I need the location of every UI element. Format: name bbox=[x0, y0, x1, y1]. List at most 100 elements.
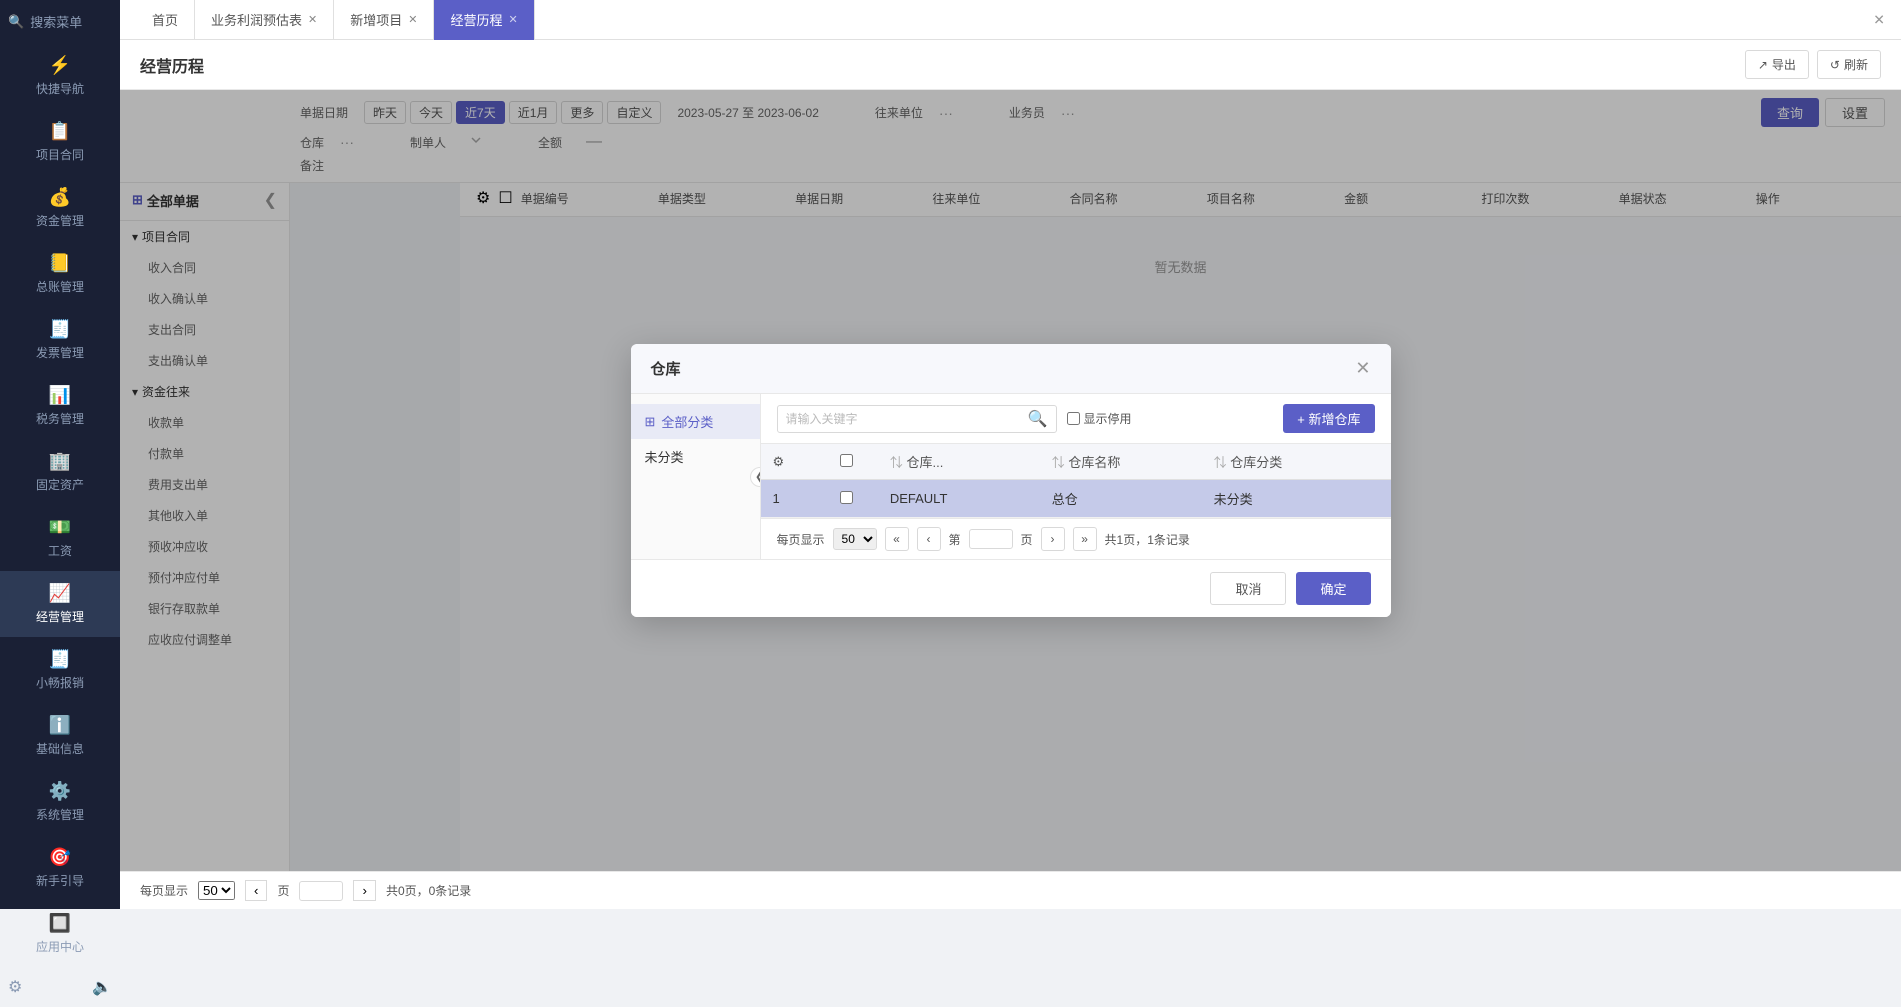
th-seq: ⚙ bbox=[761, 444, 828, 480]
th-code[interactable]: ⇅ 仓库... bbox=[878, 444, 1040, 480]
search-icon-modal: 🔍 bbox=[1028, 409, 1048, 429]
sidebar-item-fund-management[interactable]: 💰 资金管理 bbox=[0, 175, 120, 241]
settings-icon-th[interactable]: ⚙ bbox=[773, 454, 785, 469]
basic-info-icon: ℹ️ bbox=[49, 715, 71, 736]
row-checkbox[interactable] bbox=[840, 491, 853, 504]
sidebar-item-basic-info[interactable]: ℹ️ 基础信息 bbox=[0, 703, 120, 769]
sidebar-item-general-ledger[interactable]: 📒 总账管理 bbox=[0, 241, 120, 307]
last-page-btn[interactable]: » bbox=[1073, 527, 1097, 551]
modal-tree-all[interactable]: ⊞ 全部分类 bbox=[631, 404, 760, 439]
operations-icon: 📈 bbox=[49, 583, 71, 604]
sidebar-search-label: 搜索菜单 bbox=[30, 12, 82, 31]
sidebar-item-operations[interactable]: 📈 经营管理 bbox=[0, 571, 120, 637]
per-page-select[interactable]: 50 bbox=[833, 528, 877, 550]
sidebar-item-label: 税务管理 bbox=[36, 410, 84, 427]
table-row[interactable]: 1 DEFAULT 总仓 未分类 bbox=[761, 480, 1391, 518]
sidebar-item-fixed-assets[interactable]: 🏢 固定资产 bbox=[0, 439, 120, 505]
show-disabled-label: 显示停用 bbox=[1084, 410, 1132, 427]
export-button[interactable]: ↗ 导出 bbox=[1745, 50, 1809, 79]
tab-profit-close[interactable]: ✕ bbox=[308, 13, 317, 26]
sidebar-item-tax[interactable]: 📊 税务管理 bbox=[0, 373, 120, 439]
sidebar-item-sys-management[interactable]: ⚙️ 系统管理 bbox=[0, 769, 120, 835]
select-all-checkbox[interactable] bbox=[840, 454, 853, 467]
cell-category: 未分类 bbox=[1202, 480, 1391, 518]
bottom-next-page[interactable]: › bbox=[353, 880, 375, 901]
tab-new-project-label: 新增项目 bbox=[350, 10, 402, 29]
sidebar-search[interactable]: 🔍 搜索菜单 bbox=[0, 0, 120, 43]
window-close-btn[interactable]: ✕ bbox=[1873, 11, 1885, 28]
volume-icon[interactable]: 🔈 bbox=[92, 977, 112, 997]
sidebar-item-label: 应用中心 bbox=[36, 938, 84, 955]
sidebar-item-xiaochang[interactable]: 🧾 小畅报销 bbox=[0, 637, 120, 703]
tab-new-project[interactable]: 新增项目 ✕ bbox=[334, 0, 434, 40]
sidebar: 🔍 搜索菜单 ⚡ 快捷导航 📋 项目合同 💰 资金管理 📒 总账管理 🧾 发票管… bbox=[0, 0, 120, 909]
warehouse-modal: 仓库 ✕ ⊞ 全部分类 未分类 ❮ bbox=[631, 344, 1391, 617]
sidebar-item-label: 经营管理 bbox=[36, 608, 84, 625]
app-icon: 🔲 bbox=[49, 913, 71, 934]
tab-bar: 首页 业务利润预估表 ✕ 新增项目 ✕ 经营历程 ✕ ✕ bbox=[120, 0, 1901, 40]
first-page-btn[interactable]: « bbox=[885, 527, 909, 551]
cancel-button[interactable]: 取消 bbox=[1210, 572, 1286, 605]
next-page-btn[interactable]: › bbox=[1041, 527, 1065, 551]
tab-home[interactable]: 首页 bbox=[136, 0, 195, 40]
sidebar-item-project-contract[interactable]: 📋 项目合同 bbox=[0, 109, 120, 175]
sort-icon-cat: ⇅ bbox=[1214, 455, 1227, 470]
sidebar-item-label: 基础信息 bbox=[36, 740, 84, 757]
tab-profit-label: 业务利润预估表 bbox=[211, 10, 302, 29]
sidebar-item-new-guide[interactable]: 🎯 新手引导 bbox=[0, 835, 120, 901]
tab-operations-history[interactable]: 经营历程 ✕ bbox=[434, 0, 534, 40]
sidebar-item-label: 资金管理 bbox=[36, 212, 84, 229]
sidebar-item-label: 小畅报销 bbox=[36, 674, 84, 691]
bottom-page-input[interactable]: 1 bbox=[299, 881, 343, 901]
modal-content: 🔍 显示停用 + 新增仓库 bbox=[761, 394, 1391, 559]
cell-check[interactable] bbox=[828, 480, 878, 518]
th-name-label: 仓库名称 bbox=[1068, 455, 1120, 470]
per-page-label: 每页显示 bbox=[777, 531, 825, 548]
modal-title: 仓库 bbox=[651, 358, 681, 379]
confirm-button[interactable]: 确定 bbox=[1296, 572, 1370, 605]
add-warehouse-button[interactable]: + 新增仓库 bbox=[1283, 404, 1374, 433]
modal-tree-unclassified-label: 未分类 bbox=[645, 447, 684, 466]
bottom-page-label: 页 bbox=[277, 882, 289, 899]
salary-icon: 💵 bbox=[49, 517, 71, 538]
modal-tree-all-label: 全部分类 bbox=[661, 412, 713, 431]
modal-table-wrap: ⚙ ⇅ 仓库... bbox=[761, 444, 1391, 518]
sort-icon-name: ⇅ bbox=[1052, 455, 1065, 470]
th-name[interactable]: ⇅ 仓库名称 bbox=[1040, 444, 1202, 480]
th-cat[interactable]: ⇅ 仓库分类 bbox=[1202, 444, 1391, 480]
total-info-modal: 共1页，1条记录 bbox=[1105, 531, 1190, 548]
cell-name: 总仓 bbox=[1040, 480, 1202, 518]
modal-overlay[interactable]: 仓库 ✕ ⊞ 全部分类 未分类 ❮ bbox=[120, 90, 1901, 871]
refresh-button[interactable]: ↺ 刷新 bbox=[1817, 50, 1881, 79]
prev-page-btn[interactable]: ‹ bbox=[917, 527, 941, 551]
settings-bottom-icon[interactable]: ⚙ bbox=[8, 977, 22, 997]
sidebar-item-quick-nav[interactable]: ⚡ 快捷导航 bbox=[0, 43, 120, 109]
page-input-modal[interactable]: 1 bbox=[969, 529, 1013, 549]
content-area: 单据日期 昨天 今天 近7天 近1月 更多 自定义 2023-05-27 至 2… bbox=[120, 90, 1901, 871]
assets-icon: 🏢 bbox=[49, 451, 71, 472]
sidebar-item-salary[interactable]: 💵 工资 bbox=[0, 505, 120, 571]
bottom-per-page-select[interactable]: 50 bbox=[198, 881, 235, 900]
sidebar-item-app-center[interactable]: 🔲 应用中心 bbox=[0, 901, 120, 967]
sidebar-item-invoice[interactable]: 🧾 发票管理 bbox=[0, 307, 120, 373]
tab-new-project-close[interactable]: ✕ bbox=[408, 13, 417, 26]
modal-tree-collapse-btn[interactable]: ❮ bbox=[750, 467, 761, 487]
tab-profit-estimate[interactable]: 业务利润预估表 ✕ bbox=[195, 0, 334, 40]
ledger-icon: 📒 bbox=[49, 253, 71, 274]
show-disabled-checkbox[interactable] bbox=[1067, 412, 1080, 425]
th-code-label: 仓库... bbox=[906, 455, 943, 470]
xiaochang-icon: 🧾 bbox=[49, 649, 71, 670]
page-actions: ↗ 导出 ↺ 刷新 bbox=[1745, 50, 1881, 79]
sidebar-item-label: 工资 bbox=[48, 542, 72, 559]
modal-close-button[interactable]: ✕ bbox=[1355, 358, 1370, 379]
page-label-modal: 第 bbox=[949, 531, 961, 548]
page-unit-modal: 页 bbox=[1021, 531, 1033, 548]
show-disabled-wrap[interactable]: 显示停用 bbox=[1067, 410, 1132, 427]
sidebar-item-label: 固定资产 bbox=[36, 476, 84, 493]
modal-search-input[interactable] bbox=[786, 412, 1022, 426]
modal-tree-unclassified[interactable]: 未分类 bbox=[631, 439, 760, 474]
tab-operations-close[interactable]: ✕ bbox=[509, 13, 518, 26]
bottom-prev-page[interactable]: ‹ bbox=[245, 880, 267, 901]
modal-tree-panel: ⊞ 全部分类 未分类 ❮ bbox=[631, 394, 761, 559]
export-icon: ↗ bbox=[1758, 58, 1768, 72]
